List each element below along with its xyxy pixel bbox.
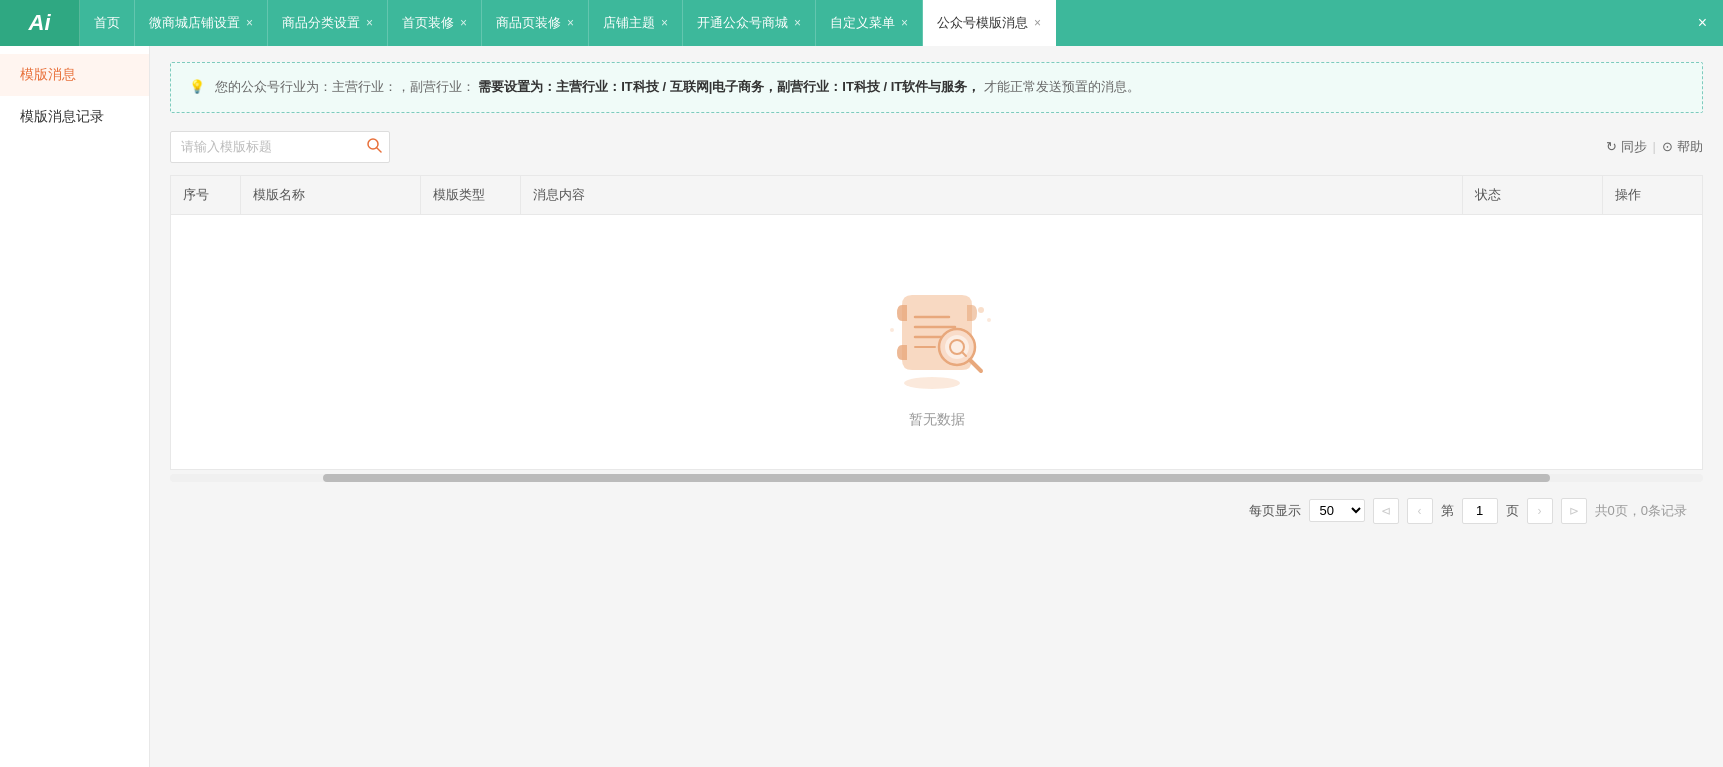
search-input-wrap: [170, 131, 390, 163]
help-label: 帮助: [1677, 138, 1703, 156]
empty-illustration: [877, 275, 997, 395]
nav-tab-custom-menu[interactable]: 自定义菜单 ×: [816, 0, 923, 46]
search-bar: ↻ 同步 | ⊙ 帮助: [170, 131, 1703, 163]
col-header-content: 消息内容: [521, 175, 1463, 214]
last-page-button[interactable]: ⊳: [1561, 498, 1587, 524]
notice-icon: 💡: [189, 79, 205, 94]
close-open-mall[interactable]: ×: [794, 16, 801, 30]
nav-tab-category-label: 商品分类设置: [282, 14, 360, 32]
last-page-icon: ⊳: [1569, 504, 1579, 518]
col-header-action: 操作: [1603, 175, 1703, 214]
sync-icon: ↻: [1606, 139, 1617, 154]
svg-point-13: [987, 318, 991, 322]
first-page-icon: ⊲: [1381, 504, 1391, 518]
sync-label: 同步: [1621, 138, 1647, 156]
nav-tab-product-decoration-label: 商品页装修: [496, 14, 561, 32]
next-page-icon: ›: [1538, 504, 1542, 518]
content-area: 💡 您的公众号行业为：主营行业：，副营行业： 需要设置为：主营行业：IT科技 /…: [150, 46, 1723, 767]
help-button[interactable]: ⊙ 帮助: [1662, 138, 1703, 156]
nav-tab-template-msg-label: 公众号模版消息: [937, 14, 1028, 32]
page-size-select[interactable]: 50 10 20 100: [1309, 499, 1365, 522]
col-header-status: 状态: [1463, 175, 1603, 214]
close-shop-theme[interactable]: ×: [661, 16, 668, 30]
nav-tab-shop-settings-label: 微商城店铺设置: [149, 14, 240, 32]
col-header-seq: 序号: [171, 175, 241, 214]
sidebar-item-template-message[interactable]: 模版消息: [0, 54, 149, 96]
empty-state: 暂无数据: [171, 215, 1702, 469]
svg-point-14: [890, 328, 894, 332]
notice-highlight: 需要设置为：主营行业：IT科技 / 互联网|电子商务，副营行业：IT科技 / I…: [478, 79, 980, 94]
notice-box: 💡 您的公众号行业为：主营行业：，副营行业： 需要设置为：主营行业：IT科技 /…: [170, 62, 1703, 113]
nav-tab-custom-menu-label: 自定义菜单: [830, 14, 895, 32]
nav-tab-category-settings[interactable]: 商品分类设置 ×: [268, 0, 388, 46]
close-category-settings[interactable]: ×: [366, 16, 373, 30]
search-icon: [367, 138, 382, 153]
sidebar: 模版消息 模版消息记录: [0, 46, 150, 767]
nav-tab-home-decoration[interactable]: 首页装修 ×: [388, 0, 482, 46]
search-input[interactable]: [170, 131, 390, 163]
nav-tab-shop-theme-label: 店铺主题: [603, 14, 655, 32]
prev-page-icon: ‹: [1418, 504, 1422, 518]
top-navigation: Ai 首页 微商城店铺设置 × 商品分类设置 × 首页装修 × 商品页装修 × …: [0, 0, 1723, 46]
svg-point-12: [978, 307, 984, 313]
main-layout: 模版消息 模版消息记录 💡 您的公众号行业为：主营行业：，副营行业： 需要设置为…: [0, 46, 1723, 767]
nav-tab-home[interactable]: 首页: [80, 0, 135, 46]
empty-state-row: 暂无数据: [171, 214, 1703, 469]
notice-suffix: 才能正常发送预置的消息。: [984, 79, 1140, 94]
scroll-thumb: [323, 474, 1549, 482]
svg-line-9: [970, 360, 981, 371]
close-template-msg[interactable]: ×: [1034, 16, 1041, 30]
notice-prefix: 您的公众号行业为：主营行业：，副营行业：: [215, 79, 475, 94]
nav-tab-shop-theme[interactable]: 店铺主题 ×: [589, 0, 683, 46]
close-product-decoration[interactable]: ×: [567, 16, 574, 30]
nav-tab-product-decoration[interactable]: 商品页装修 ×: [482, 0, 589, 46]
close-all-tabs[interactable]: ×: [1682, 0, 1723, 46]
nav-tab-shop-settings[interactable]: 微商城店铺设置 ×: [135, 0, 268, 46]
pagination: 每页显示 50 10 20 100 ⊲ ‹ 第 页 › ⊳ 共0页，0条记录: [170, 486, 1703, 532]
nav-tab-open-mall[interactable]: 开通公众号商城 ×: [683, 0, 816, 46]
page-suffix: 页: [1506, 502, 1519, 520]
nav-tab-template-msg[interactable]: 公众号模版消息 ×: [923, 0, 1056, 46]
page-number-input[interactable]: [1462, 498, 1498, 524]
next-page-button[interactable]: ›: [1527, 498, 1553, 524]
sidebar-item-template-message-record[interactable]: 模版消息记录: [0, 96, 149, 138]
svg-point-2: [904, 377, 960, 389]
toolbar-right: ↻ 同步 | ⊙ 帮助: [1606, 138, 1703, 156]
prev-page-button[interactable]: ‹: [1407, 498, 1433, 524]
table-header-row: 序号 模版名称 模版类型 消息内容 状态 操作: [171, 175, 1703, 214]
empty-text: 暂无数据: [171, 411, 1702, 429]
horizontal-scrollbar[interactable]: [170, 474, 1703, 482]
search-button[interactable]: [367, 138, 382, 156]
nav-tab-home-label: 首页: [94, 14, 120, 32]
svg-line-1: [377, 148, 381, 152]
app-logo[interactable]: Ai: [0, 0, 80, 46]
data-table: 序号 模版名称 模版类型 消息内容 状态 操作: [170, 175, 1703, 470]
first-page-button[interactable]: ⊲: [1373, 498, 1399, 524]
page-prefix: 第: [1441, 502, 1454, 520]
nav-tab-open-mall-label: 开通公众号商城: [697, 14, 788, 32]
col-header-type: 模版类型: [421, 175, 521, 214]
page-size-label: 每页显示: [1249, 502, 1301, 520]
close-custom-menu[interactable]: ×: [901, 16, 908, 30]
page-total: 共0页，0条记录: [1595, 502, 1687, 520]
col-header-name: 模版名称: [241, 175, 421, 214]
close-home-decoration[interactable]: ×: [460, 16, 467, 30]
nav-tab-home-decoration-label: 首页装修: [402, 14, 454, 32]
help-icon: ⊙: [1662, 139, 1673, 154]
toolbar-divider: |: [1653, 139, 1656, 154]
sync-button[interactable]: ↻ 同步: [1606, 138, 1647, 156]
close-shop-settings[interactable]: ×: [246, 16, 253, 30]
